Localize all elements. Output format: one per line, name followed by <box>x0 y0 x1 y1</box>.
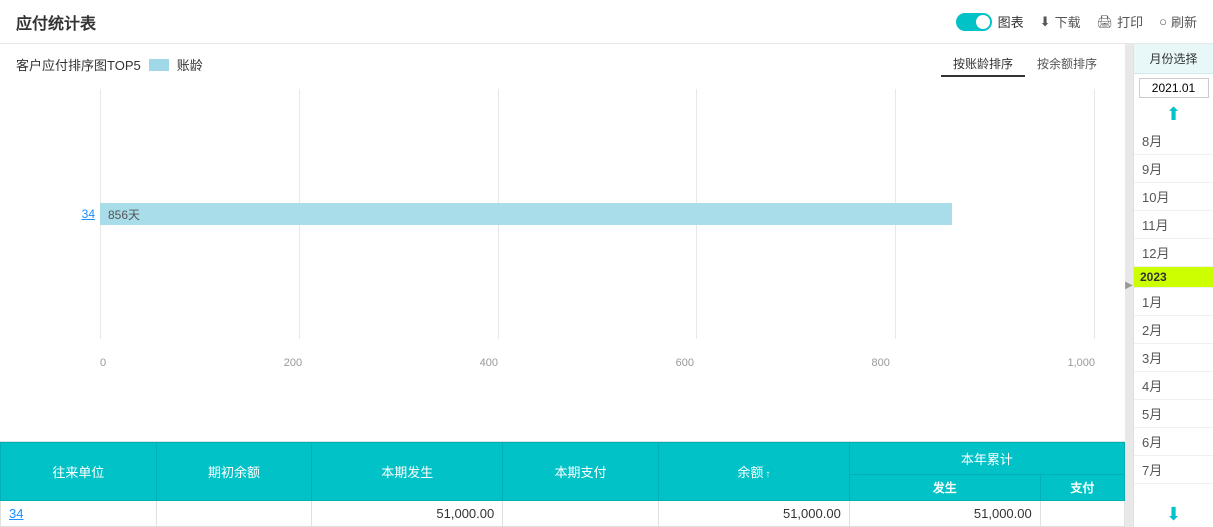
th-opening: 期初余额 <box>156 443 312 501</box>
chart-toggle-container: 图表 <box>956 12 1024 31</box>
chart-inner: 34 856天 <box>100 89 1095 339</box>
chart-toggle-label: 图表 <box>998 12 1024 31</box>
x-tick-0: 0 <box>100 357 106 369</box>
sidebar-header: 月份选择 <box>1134 44 1213 74</box>
th-ytd-occ: 发生 <box>849 475 1040 501</box>
refresh-icon: ○ <box>1159 14 1167 29</box>
toggle-knob <box>976 15 990 29</box>
download-button[interactable]: ⬇ 下载 <box>1040 12 1081 31</box>
td-current-pay <box>503 501 659 527</box>
td-current-occ: 51,000.00 <box>312 501 503 527</box>
sidebar-month-9[interactable]: 9月 <box>1134 155 1213 183</box>
sidebar-month-4[interactable]: 4月 <box>1134 372 1213 400</box>
header-actions: 图表 ⬇ 下载 🖨 打印 ○ 刷新 <box>956 12 1197 31</box>
table-header-row: 往来单位 期初余额 本期发生 本期支付 余额↑ 本年累计 <box>1 443 1125 475</box>
th-unit: 往来单位 <box>1 443 157 501</box>
chart-top: 客户应付排序图TOP5 账龄 按账龄排序 按余额排序 <box>0 44 1125 81</box>
balance-sort-icon: ↑ <box>765 469 770 480</box>
x-tick-600: 600 <box>676 357 694 369</box>
sidebar-months: 8月 9月 10月 11月 12月 2023 1月 2月 3月 4月 5月 6月… <box>1134 127 1213 502</box>
legend-color-label: 账龄 <box>177 55 203 74</box>
sidebar-collapse-divider[interactable]: ▶ <box>1125 44 1133 527</box>
month-selector-sidebar: 月份选择 ⬆ 8月 9月 10月 11月 12月 2023 1月 2月 3月 4… <box>1133 44 1213 527</box>
sidebar-month-12[interactable]: 12月 <box>1134 239 1213 267</box>
page-title: 应付统计表 <box>16 10 96 34</box>
data-table: 往来单位 期初余额 本期发生 本期支付 余额↑ 本年累计 发生 支付 <box>0 442 1125 527</box>
chart-toggle[interactable] <box>956 13 992 31</box>
sidebar-month-11[interactable]: 11月 <box>1134 211 1213 239</box>
sidebar-month-8[interactable]: 8月 <box>1134 127 1213 155</box>
refresh-label: 刷新 <box>1171 12 1197 31</box>
x-axis: 0 200 400 600 800 1,000 <box>100 357 1095 369</box>
print-icon: 🖨 <box>1097 14 1114 30</box>
td-ytd-pay <box>1040 501 1124 527</box>
td-opening <box>156 501 312 527</box>
year-input[interactable] <box>1139 78 1209 98</box>
sidebar-header-label: 月份选择 <box>1149 52 1197 66</box>
bar-chart: 34 856天 0 200 400 600 800 1,000 <box>60 89 1105 369</box>
chart-area: 34 856天 0 200 400 600 800 1,000 <box>0 81 1125 441</box>
sidebar-month-3[interactable]: 3月 <box>1134 344 1213 372</box>
collapse-arrow-icon: ▶ <box>1125 280 1133 291</box>
sidebar-month-5[interactable]: 5月 <box>1134 400 1213 428</box>
right-panel: ▶ 月份选择 ⬆ 8月 9月 10月 11月 12月 2023 1月 2月 <box>1125 44 1213 527</box>
table-section: 往来单位 期初余额 本期发生 本期支付 余额↑ 本年累计 发生 支付 <box>0 441 1125 527</box>
bar-row-label[interactable]: 34 <box>55 207 95 221</box>
sidebar-month-2[interactable]: 2月 <box>1134 316 1213 344</box>
sidebar-month-10[interactable]: 10月 <box>1134 183 1213 211</box>
refresh-button[interactable]: ○ 刷新 <box>1159 12 1197 31</box>
th-current-pay: 本期支付 <box>503 443 659 501</box>
td-ytd-occ: 51,000.00 <box>849 501 1040 527</box>
download-icon: ⬇ <box>1040 14 1051 30</box>
chart-section: 客户应付排序图TOP5 账龄 按账龄排序 按余额排序 <box>0 44 1125 527</box>
print-label: 打印 <box>1117 12 1143 31</box>
app-container: 应付统计表 图表 ⬇ 下载 🖨 打印 ○ 刷新 <box>0 0 1213 527</box>
bar-row-34: 34 856天 <box>100 203 1095 225</box>
th-ytd: 本年累计 <box>849 443 1124 475</box>
chart-sort: 按账龄排序 按余额排序 <box>941 52 1109 77</box>
bar-fill <box>100 203 952 225</box>
x-tick-400: 400 <box>480 357 498 369</box>
sidebar-month-7[interactable]: 7月 <box>1134 456 1213 484</box>
td-balance: 51,000.00 <box>658 501 849 527</box>
sidebar-month-1[interactable]: 1月 <box>1134 288 1213 316</box>
scroll-up-button[interactable]: ⬆ <box>1134 102 1213 127</box>
td-unit: 34 <box>1 501 157 527</box>
sort-by-balance-button[interactable]: 按余额排序 <box>1025 52 1109 77</box>
download-label: 下载 <box>1055 12 1081 31</box>
legend-color-swatch <box>149 59 169 71</box>
x-tick-200: 200 <box>284 357 302 369</box>
th-balance: 余额↑ <box>658 443 849 501</box>
sort-by-age-button[interactable]: 按账龄排序 <box>941 52 1025 77</box>
x-tick-800: 800 <box>872 357 890 369</box>
bar-end-label: 856天 <box>108 206 140 223</box>
header: 应付统计表 图表 ⬇ 下载 🖨 打印 ○ 刷新 <box>0 0 1213 44</box>
scroll-down-button[interactable]: ⬇ <box>1134 502 1213 527</box>
table-row: 34 51,000.00 51,000.00 51,000.00 <box>1 501 1125 527</box>
print-button[interactable]: 🖨 打印 <box>1097 12 1144 31</box>
unit-link[interactable]: 34 <box>9 506 23 521</box>
th-current-occ: 本期发生 <box>312 443 503 501</box>
chart-legend: 客户应付排序图TOP5 账龄 <box>16 55 203 74</box>
x-tick-1000: 1,000 <box>1067 357 1095 369</box>
main-content: 客户应付排序图TOP5 账龄 按账龄排序 按余额排序 <box>0 44 1213 527</box>
legend-text: 客户应付排序图TOP5 <box>16 55 141 74</box>
th-ytd-pay: 支付 <box>1040 475 1124 501</box>
sidebar-month-6[interactable]: 6月 <box>1134 428 1213 456</box>
sidebar-year-2023[interactable]: 2023 <box>1134 267 1213 288</box>
